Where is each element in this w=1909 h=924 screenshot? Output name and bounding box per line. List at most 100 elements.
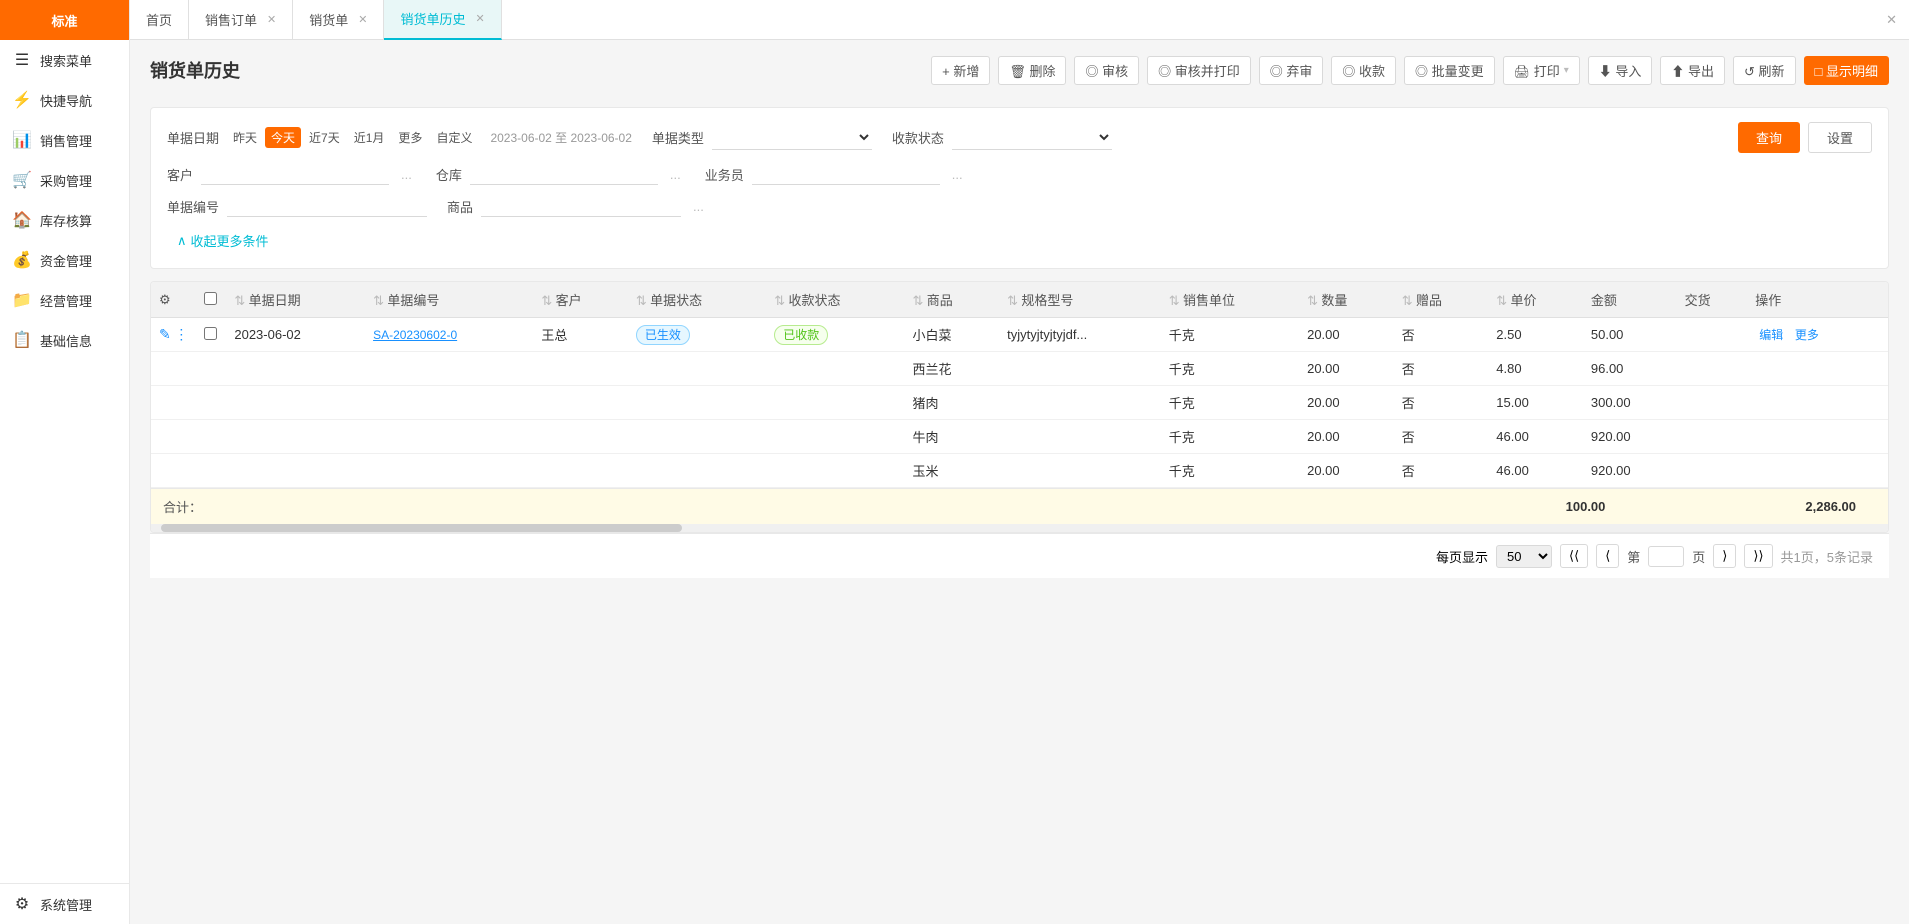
batch-change-button[interactable]: ◎ 批量变更 — [1404, 56, 1495, 85]
sort-unit-icon[interactable]: ⇅ — [1169, 293, 1180, 308]
collect-button[interactable]: ◎ 收款 — [1331, 56, 1396, 85]
abandon-button[interactable]: ◎ 弃审 — [1259, 56, 1324, 85]
row-spec — [999, 352, 1161, 386]
sort-gift-icon[interactable]: ⇅ — [1402, 293, 1413, 308]
row-more-icon[interactable]: ⋮ — [174, 326, 188, 342]
refresh-button[interactable]: ↺ 刷新 — [1733, 56, 1796, 85]
sort-price-icon[interactable]: ⇅ — [1496, 293, 1507, 308]
customer-picker-icon[interactable]: ... — [397, 167, 416, 182]
row-checkbox[interactable] — [204, 327, 217, 340]
audit-print-button[interactable]: ◎ 审核并打印 — [1147, 56, 1251, 85]
collapse-filter-button[interactable]: ∧ 收起更多条件 — [167, 227, 1872, 254]
filter-doc-type-select[interactable] — [712, 126, 872, 149]
sort-collect-status-icon[interactable]: ⇅ — [774, 293, 785, 308]
tab-home[interactable]: 首页 — [130, 0, 189, 40]
tab-sales-history[interactable]: 销货单历史 ✕ — [384, 0, 501, 40]
doc-no-link[interactable]: SA-20230602-0 — [373, 328, 457, 342]
print-button[interactable]: 🖨 打印 ▾ — [1503, 56, 1580, 85]
row-ops — [1747, 454, 1888, 488]
tab-sales-order-close[interactable]: ✕ — [267, 13, 276, 26]
filter-warehouse-input[interactable] — [470, 163, 658, 185]
row-collect-status — [766, 420, 904, 454]
col-price-label: 单价 — [1511, 293, 1537, 308]
row-date — [226, 386, 365, 420]
import-button[interactable]: ⬇ 导入 — [1588, 56, 1653, 85]
setting-button[interactable]: 设置 — [1808, 122, 1872, 153]
row-ops — [1747, 420, 1888, 454]
col-gift: ⇅ 赠品 — [1394, 282, 1489, 318]
row-price: 46.00 — [1488, 454, 1583, 488]
export-button[interactable]: ⬆ 导出 — [1660, 56, 1725, 85]
sort-spec-icon[interactable]: ⇅ — [1007, 293, 1018, 308]
filter-collect-status-select[interactable] — [952, 126, 1112, 149]
filter-goods-input[interactable] — [481, 195, 681, 217]
new-button[interactable]: + 新增 — [931, 56, 990, 85]
sidebar-item-search-menu[interactable]: ☰ 搜索菜单 — [0, 40, 129, 80]
sidebar-item-operation[interactable]: 📁 经营管理 — [0, 280, 129, 320]
date-tab-7days[interactable]: 近7天 — [303, 127, 346, 148]
sort-doc-status-icon[interactable]: ⇅ — [636, 293, 647, 308]
sidebar-item-finance[interactable]: 💰 资金管理 — [0, 240, 129, 280]
row-edit-icon[interactable]: ✎ — [159, 326, 171, 342]
sidebar-item-basic-info[interactable]: 📋 基础信息 — [0, 320, 129, 360]
select-all-checkbox[interactable] — [204, 292, 217, 305]
page-prev-button[interactable]: ⟨ — [1596, 544, 1619, 568]
page-last-button[interactable]: ⟩⟩ — [1744, 544, 1772, 568]
page-next-button[interactable]: ⟩ — [1713, 544, 1736, 568]
salesperson-picker-icon[interactable]: ... — [948, 167, 967, 182]
row-date: 2023-06-02 — [226, 318, 365, 352]
page-first-button[interactable]: ⟨⟨ — [1560, 544, 1588, 568]
sidebar-item-sys-mgmt[interactable]: ⚙ 系统管理 — [0, 884, 129, 924]
page-number-input[interactable]: 1 — [1648, 546, 1684, 567]
edit-op-button[interactable]: 编辑 — [1755, 327, 1787, 343]
sort-goods-icon[interactable]: ⇅ — [913, 293, 924, 308]
total-info: 共1页，5条记录 — [1781, 547, 1873, 566]
sidebar-item-inventory[interactable]: 🏠 库存核算 — [0, 200, 129, 240]
col-no-label: 单据编号 — [387, 293, 439, 308]
sidebar-item-sales-mgmt[interactable]: 📊 销售管理 — [0, 120, 129, 160]
sort-date-icon[interactable]: ⇅ — [234, 293, 245, 308]
delete-button[interactable]: 🗑 删除 — [998, 56, 1066, 85]
audit-button[interactable]: ◎ 审核 — [1074, 56, 1139, 85]
sort-customer-icon[interactable]: ⇅ — [541, 293, 552, 308]
col-date: ⇅ 单据日期 — [226, 282, 365, 318]
export-button-label: ⬆ 导出 — [1671, 61, 1714, 80]
more-op-button[interactable]: 更多 — [1791, 327, 1823, 343]
tab-sales-goods-close[interactable]: ✕ — [358, 13, 367, 26]
table-row: ✎ ⋮2023-06-02SA-20230602-0王总已生效已收款小白菜tyj… — [151, 318, 1888, 352]
row-doc-status: 已生效 — [628, 318, 766, 352]
date-tab-yesterday[interactable]: 昨天 — [227, 127, 263, 148]
sidebar-item-label: 库存核算 — [40, 211, 92, 230]
warehouse-picker-icon[interactable]: ... — [666, 167, 685, 182]
sidebar-item-quick-nav[interactable]: ⚡ 快捷导航 — [0, 80, 129, 120]
row-no[interactable]: SA-20230602-0 — [365, 318, 533, 352]
query-button[interactable]: 查询 — [1738, 122, 1800, 153]
row-amount: 920.00 — [1583, 454, 1677, 488]
row-ops: 编辑 更多 — [1747, 318, 1888, 352]
sort-no-icon[interactable]: ⇅ — [373, 293, 384, 308]
date-tab-more[interactable]: 更多 — [392, 127, 428, 148]
filter-doc-no-input[interactable] — [227, 195, 427, 217]
goods-picker-icon[interactable]: ... — [689, 199, 708, 214]
tab-sales-order[interactable]: 销售订单 ✕ — [189, 0, 293, 40]
row-spec — [999, 454, 1161, 488]
per-page-select[interactable]: 50 20 100 — [1496, 545, 1552, 568]
search-menu-icon: ☰ — [12, 50, 32, 70]
date-tab-today[interactable]: 今天 — [265, 127, 301, 148]
col-gear[interactable]: ⚙ — [151, 282, 196, 318]
show-detail-button[interactable]: □ 显示明细 — [1804, 56, 1889, 85]
row-qty: 20.00 — [1299, 352, 1394, 386]
tab-bar-close-all[interactable]: ✕ — [1886, 12, 1897, 28]
date-tab-custom[interactable]: 自定义 — [430, 127, 478, 148]
filter-customer-input[interactable] — [201, 163, 389, 185]
tab-sales-history-close[interactable]: ✕ — [476, 12, 485, 25]
sidebar-item-purchase-mgmt[interactable]: 🛒 采购管理 — [0, 160, 129, 200]
row-customer: 王总 — [533, 318, 628, 352]
filter-salesperson-input[interactable] — [752, 163, 940, 185]
sort-qty-icon[interactable]: ⇅ — [1307, 293, 1318, 308]
tab-sales-goods[interactable]: 销货单 ✕ — [293, 0, 384, 40]
col-price: ⇅ 单价 — [1488, 282, 1583, 318]
data-table: ⚙ ⇅ 单据日期 ⇅ 单据编号 — [150, 281, 1889, 533]
date-tab-1month[interactable]: 近1月 — [348, 127, 391, 148]
table-header-row: ⚙ ⇅ 单据日期 ⇅ 单据编号 — [151, 282, 1888, 318]
